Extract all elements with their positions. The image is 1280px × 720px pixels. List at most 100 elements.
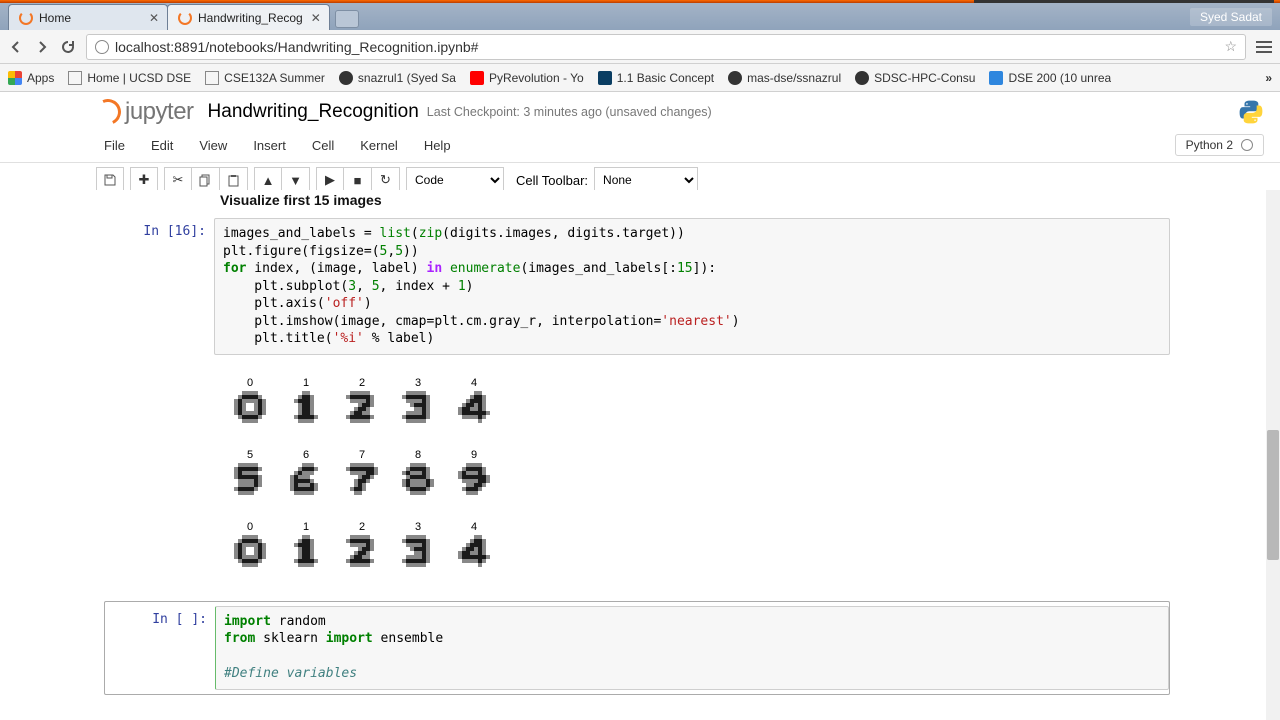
bookmarks-overflow-icon[interactable]: » (1265, 71, 1272, 85)
page-scrollbar[interactable] (1266, 190, 1280, 720)
cell-output: 012345678901234 (104, 373, 1170, 577)
bookmark-label: 1.1 Basic Concept (617, 71, 714, 85)
bookmark-favicon-icon (339, 71, 353, 85)
bookmark-item[interactable]: 1.1 Basic Concept (598, 71, 714, 85)
digit-image (234, 535, 266, 567)
tab-title: Handwriting_Recog (198, 11, 303, 25)
menu-kernel[interactable]: Kernel (360, 138, 398, 153)
bookmark-label: CSE132A Summer (224, 71, 325, 85)
digit-image (458, 391, 490, 423)
bookmark-item[interactable]: PyRevolution - Yo (470, 71, 584, 85)
bookmark-item[interactable]: CSE132A Summer (205, 71, 325, 85)
digit-label: 1 (303, 521, 309, 533)
digit-label: 0 (247, 377, 253, 389)
digit-label: 4 (471, 377, 477, 389)
digit-subplot: 2 (346, 521, 378, 567)
digit-image (402, 535, 434, 567)
new-tab-button[interactable] (335, 10, 359, 28)
markdown-heading: Visualize first 15 images (0, 190, 1266, 218)
digit-subplot: 0 (234, 377, 266, 423)
jupyter-logo-text: jupyter (125, 98, 194, 126)
code-input[interactable]: import random from sklearn import ensemb… (215, 606, 1169, 690)
digit-label: 0 (247, 521, 253, 533)
browser-tab[interactable]: Handwriting_Recog ✕ (167, 4, 330, 30)
forward-button[interactable] (34, 39, 50, 55)
digit-subplot: 9 (458, 449, 490, 495)
kernel-indicator[interactable]: Python 2 (1175, 134, 1264, 156)
url-text: localhost:8891/notebooks/Handwriting_Rec… (115, 39, 478, 55)
reload-button[interactable] (60, 39, 76, 55)
digit-image (290, 463, 322, 495)
menu-edit[interactable]: Edit (151, 138, 173, 153)
browser-toolbar: localhost:8891/notebooks/Handwriting_Rec… (0, 30, 1280, 64)
jupyter-menubar: File Edit View Insert Cell Kernel Help Python … (0, 128, 1280, 163)
bookmark-label: SDSC-HPC-Consu (874, 71, 975, 85)
digit-label: 4 (471, 521, 477, 533)
code-cell[interactable]: In [ ]: import random from sklearn impor… (104, 601, 1170, 695)
window-accent-right (974, 0, 1274, 3)
digit-label: 9 (471, 449, 477, 461)
address-bar[interactable]: localhost:8891/notebooks/Handwriting_Rec… (86, 34, 1246, 60)
digit-label: 3 (415, 521, 421, 533)
menu-insert[interactable]: Insert (253, 138, 286, 153)
digit-subplot: 4 (458, 377, 490, 423)
chrome-profile-badge[interactable]: Syed Sadat (1190, 8, 1272, 26)
digit-image (234, 391, 266, 423)
chrome-menu-button[interactable] (1256, 41, 1272, 53)
bookmark-star-icon[interactable]: ☆ (1224, 38, 1237, 55)
digit-subplot: 0 (234, 521, 266, 567)
menu-cell[interactable]: Cell (312, 138, 334, 153)
bookmark-favicon-icon (989, 71, 1003, 85)
tab-title: Home (39, 11, 71, 25)
digit-image (346, 391, 378, 423)
digit-subplot: 6 (290, 449, 322, 495)
digit-subplot: 1 (290, 377, 322, 423)
site-info-icon[interactable] (95, 40, 109, 54)
digit-image (402, 391, 434, 423)
tab-close-icon[interactable]: ✕ (149, 11, 161, 23)
menu-view[interactable]: View (199, 138, 227, 153)
bookmark-item[interactable]: mas-dse/ssnazrul (728, 71, 841, 85)
bookmark-item[interactable]: Home | UCSD DSE (68, 71, 191, 85)
digit-subplot: 3 (402, 377, 434, 423)
code-input[interactable]: images_and_labels = list(zip(digits.imag… (214, 218, 1170, 355)
digit-image (346, 535, 378, 567)
bookmark-item[interactable]: snazrul1 (Syed Sa (339, 71, 456, 85)
digit-image (458, 535, 490, 567)
bookmark-label: Home | UCSD DSE (87, 71, 191, 85)
bookmark-item[interactable]: DSE 200 (10 unrea (989, 71, 1111, 85)
back-button[interactable] (8, 39, 24, 55)
code-cell[interactable]: In [16]: images_and_labels = list(zip(di… (104, 218, 1170, 355)
browser-tab[interactable]: Home ✕ (8, 4, 168, 30)
digit-row: 0 1 2 3 4 (234, 521, 490, 567)
jupyter-logo[interactable]: jupyter (95, 98, 194, 126)
cell-toolbar-label: Cell Toolbar: (516, 173, 588, 188)
bookmark-item[interactable]: Apps (8, 71, 54, 85)
bookmark-label: mas-dse/ssnazrul (747, 71, 841, 85)
notebook-container: Visualize first 15 images In [16]: image… (0, 190, 1266, 720)
digit-image (290, 535, 322, 567)
tab-favicon-icon (178, 11, 192, 25)
bookmarks-bar: Apps Home | UCSD DSE CSE132A Summer snazrul… (0, 64, 1280, 92)
digit-subplot: 5 (234, 449, 266, 495)
notebook-title[interactable]: Handwriting_Recognition (208, 101, 419, 123)
bookmark-item[interactable]: SDSC-HPC-Consu (855, 71, 975, 85)
digit-label: 2 (359, 521, 365, 533)
bookmark-favicon-icon (728, 71, 742, 85)
digit-label: 6 (303, 449, 309, 461)
input-prompt: In [16]: (104, 218, 214, 355)
menu-help[interactable]: Help (424, 138, 451, 153)
scrollbar-thumb[interactable] (1267, 430, 1279, 560)
digit-label: 2 (359, 377, 365, 389)
bookmark-label: Apps (27, 71, 54, 85)
bookmark-favicon-icon (8, 71, 22, 85)
bookmark-favicon-icon (68, 71, 82, 85)
bookmark-favicon-icon (855, 71, 869, 85)
bookmark-label: snazrul1 (Syed Sa (358, 71, 456, 85)
bookmark-favicon-icon (470, 71, 484, 85)
bookmark-favicon-icon (205, 71, 219, 85)
digit-subplot: 8 (402, 449, 434, 495)
tab-close-icon[interactable]: ✕ (311, 11, 323, 23)
python-logo-icon (1238, 99, 1264, 125)
menu-file[interactable]: File (104, 138, 125, 153)
